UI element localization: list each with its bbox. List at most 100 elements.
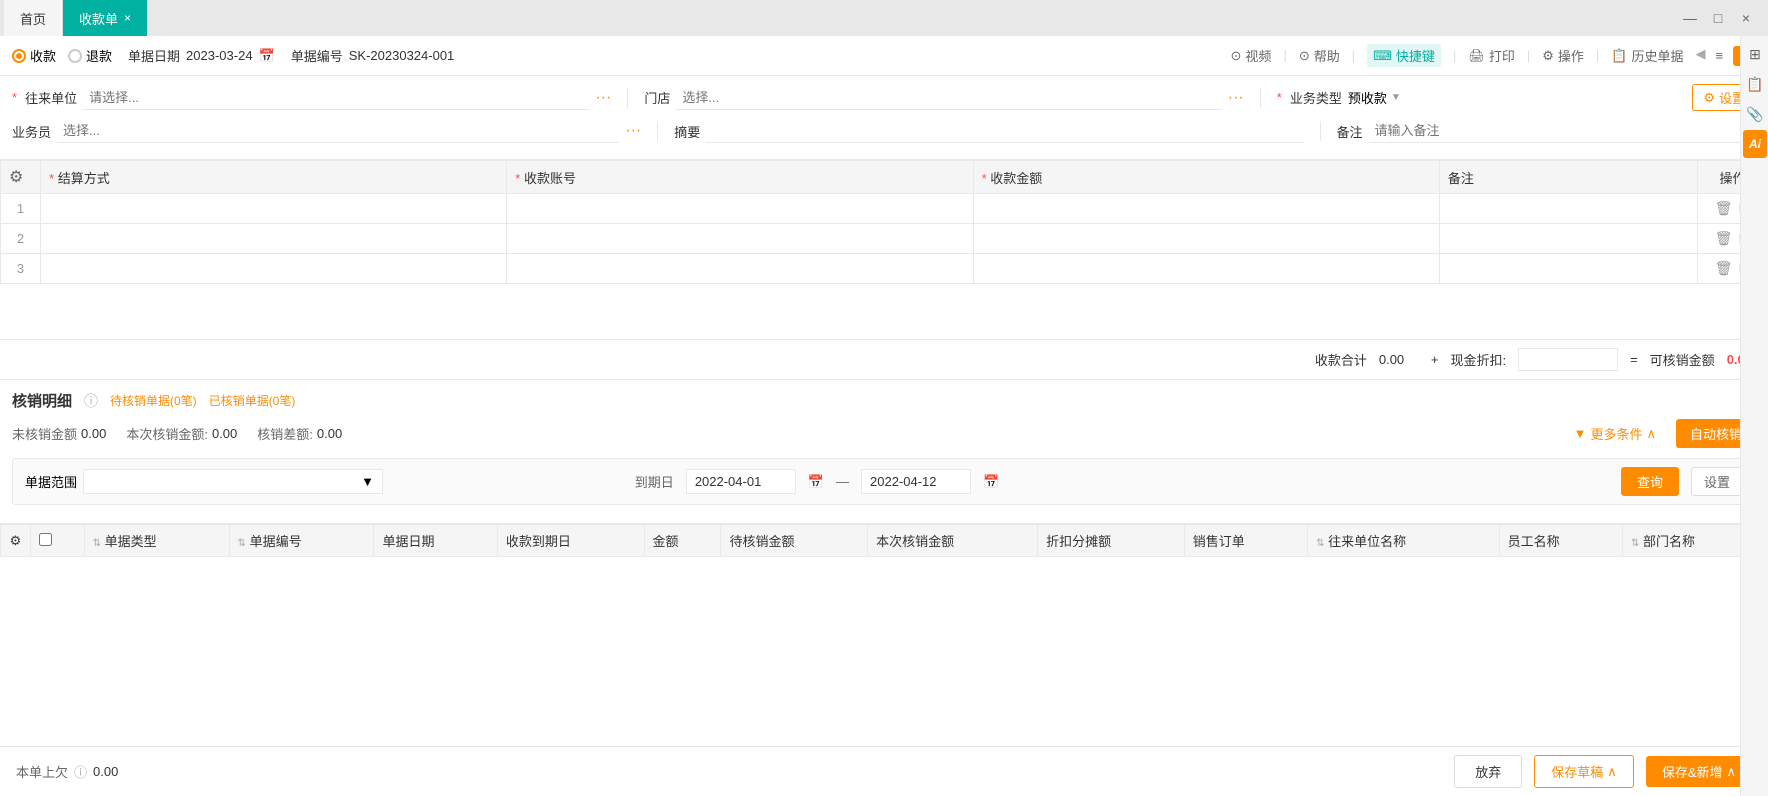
th-due-date-label: 收款到期日 — [506, 534, 571, 549]
date-from-input[interactable] — [686, 469, 796, 494]
summary-input[interactable] — [706, 119, 1303, 143]
sep5: | — [1596, 48, 1599, 63]
sep4: | — [1527, 48, 1530, 63]
delete-icon-3[interactable]: 🗑 — [1715, 260, 1733, 277]
table-gear-icon[interactable]: ⚙ — [9, 169, 23, 186]
ai-label: Ai — [1749, 137, 1761, 151]
cell-account-3[interactable] — [507, 254, 973, 284]
sidebar-clip-icon[interactable]: 📎 — [1743, 100, 1767, 128]
pending-tab-link[interactable]: 待核销单据(0笔) — [110, 392, 197, 409]
business-type-caret: ▼ — [1391, 92, 1401, 103]
divider-1 — [627, 88, 628, 108]
cell-note-2[interactable] — [1439, 224, 1697, 254]
win-maximize-button[interactable]: □ — [1708, 8, 1728, 28]
tab-close-icon[interactable]: × — [124, 11, 131, 25]
th-counterpart-lower: ⇅ 往来单位名称 — [1308, 525, 1499, 557]
cell-settlement-1[interactable] — [41, 194, 507, 224]
th-bill-no: ⇅ 单据编号 — [229, 525, 374, 557]
cell-amount-3[interactable] — [973, 254, 1439, 284]
radio-refund[interactable]: 退款 — [68, 46, 112, 65]
delete-icon-2[interactable]: 🗑 — [1715, 230, 1733, 247]
th-amount-lower: 金额 — [644, 525, 721, 557]
divider-4 — [1320, 121, 1321, 141]
radio-receive[interactable]: 收款 — [12, 46, 56, 65]
reconcile-stats: 未核销金额 0.00 本次核销金额: 0.00 核销差额: 0.00 ▼ 更多条… — [12, 419, 1756, 448]
cell-account-1[interactable] — [507, 194, 973, 224]
date-to-icon[interactable]: 📅 — [983, 474, 999, 490]
save-new-caret: ∧ — [1726, 764, 1736, 780]
reconcile-section: 核销明细 ⓘ 待核销单据(0笔) 已核销单据(0笔) 未核销金额 0.00 本次… — [0, 380, 1768, 524]
tab-home[interactable]: 首页 — [4, 0, 63, 36]
win-minimize-button[interactable]: — — [1680, 8, 1700, 28]
business-type-label: 业务类型 — [1290, 88, 1342, 107]
select-all-checkbox[interactable] — [39, 533, 52, 546]
th-settings[interactable]: ⚙ — [1, 161, 41, 194]
list-view-toggle[interactable]: ≡ — [1710, 46, 1730, 66]
this-order-icon[interactable]: ⓘ — [74, 762, 87, 781]
summary-field: 摘要 — [674, 119, 1303, 143]
row-num-3: 3 — [1, 254, 41, 284]
counterpart-input[interactable] — [83, 86, 589, 110]
th-staff-lower: 员工名称 — [1499, 525, 1622, 557]
th-checkbox[interactable]: ⚙ — [1, 525, 31, 557]
cell-account-2[interactable] — [507, 224, 973, 254]
operation-action[interactable]: ⚙ 操作 — [1542, 46, 1584, 65]
date-to-input[interactable] — [861, 469, 971, 494]
gear-lower-icon[interactable]: ⚙ — [10, 533, 22, 548]
cell-note-3[interactable] — [1439, 254, 1697, 284]
video-action[interactable]: ⊙ 视频 — [1231, 46, 1272, 65]
note-field: 备注 — [1337, 119, 1757, 143]
th-bill-date: 单据日期 — [374, 525, 497, 557]
history-action[interactable]: 📋 历史单据 — [1611, 46, 1683, 65]
print-action[interactable]: 🖨 打印 — [1468, 46, 1515, 65]
operation-label: 操作 — [1558, 46, 1584, 65]
current-label: 本次核销金额: — [126, 424, 208, 443]
calendar-icon[interactable]: 📅 — [259, 48, 275, 64]
th-current-verify-label: 本次核销金额 — [876, 534, 954, 549]
help-action[interactable]: ⊙ 帮助 — [1299, 46, 1340, 65]
more-conditions-link[interactable]: ▼ 更多条件 ∧ — [1574, 424, 1656, 443]
bottom-bar: 本单上欠 ⓘ 0.00 放弃 保存草稿 ∧ 保存&新增 ∧ — [0, 746, 1768, 796]
sidebar-table-icon[interactable]: ⊞ — [1743, 40, 1767, 68]
cell-amount-1[interactable] — [973, 194, 1439, 224]
date-from-icon[interactable]: 📅 — [808, 474, 824, 490]
this-order-value: 0.00 — [93, 764, 118, 779]
business-type-select[interactable]: 预收款 ▼ — [1348, 88, 1401, 107]
store-input[interactable] — [676, 86, 1221, 110]
th-bill-date-label: 单据日期 — [382, 534, 434, 549]
th-discount-label: 折扣分摊额 — [1046, 534, 1111, 549]
store-more-icon[interactable]: ··· — [1228, 89, 1244, 107]
win-close-button[interactable]: × — [1736, 8, 1756, 28]
th-checkbox-col[interactable] — [31, 525, 85, 557]
th-counterpart-lower-label: 往来单位名称 — [1328, 534, 1406, 549]
range-dropdown[interactable]: ▼ — [83, 469, 383, 494]
counterpart-more-icon[interactable]: ··· — [595, 89, 611, 107]
reconcile-info-icon[interactable]: ⓘ — [84, 391, 98, 411]
sidebar-doc-icon[interactable]: 📋 — [1743, 70, 1767, 98]
done-tab-link[interactable]: 已核销单据(0笔) — [209, 392, 296, 409]
prev-view-icon[interactable]: ◀ — [1696, 46, 1706, 66]
cell-amount-2[interactable] — [973, 224, 1439, 254]
discount-label: 现金折扣: — [1450, 350, 1506, 369]
discard-button[interactable]: 放弃 — [1454, 755, 1522, 788]
staff-more-icon[interactable]: ··· — [625, 122, 641, 140]
required-star-col1: * — [49, 171, 54, 186]
due-date-label: 到期日 — [635, 472, 674, 491]
lower-settings-button[interactable]: 设置 — [1691, 467, 1743, 496]
sidebar-scan-icon[interactable]: Ai — [1743, 130, 1767, 158]
cell-settlement-3[interactable] — [41, 254, 507, 284]
delete-icon-1[interactable]: 🗑 — [1715, 200, 1733, 217]
cell-settlement-2[interactable] — [41, 224, 507, 254]
counterpart-field: * 往来单位 ··· — [12, 86, 611, 110]
tab-active-receipt[interactable]: 收款单 × — [63, 0, 147, 36]
shortcut-action[interactable]: ⌨ 快捷键 — [1367, 44, 1441, 67]
save-draft-button[interactable]: 保存草稿 ∧ — [1534, 755, 1634, 788]
discount-input[interactable] — [1518, 348, 1618, 371]
save-new-button[interactable]: 保存&新增 ∧ — [1646, 756, 1752, 787]
th-note: 备注 — [1439, 161, 1697, 194]
query-button[interactable]: 查询 — [1621, 467, 1679, 496]
cell-note-1[interactable] — [1439, 194, 1697, 224]
reconcile-title: 核销明细 — [12, 390, 72, 411]
note-input[interactable] — [1369, 119, 1756, 143]
staff-input[interactable] — [57, 119, 619, 143]
